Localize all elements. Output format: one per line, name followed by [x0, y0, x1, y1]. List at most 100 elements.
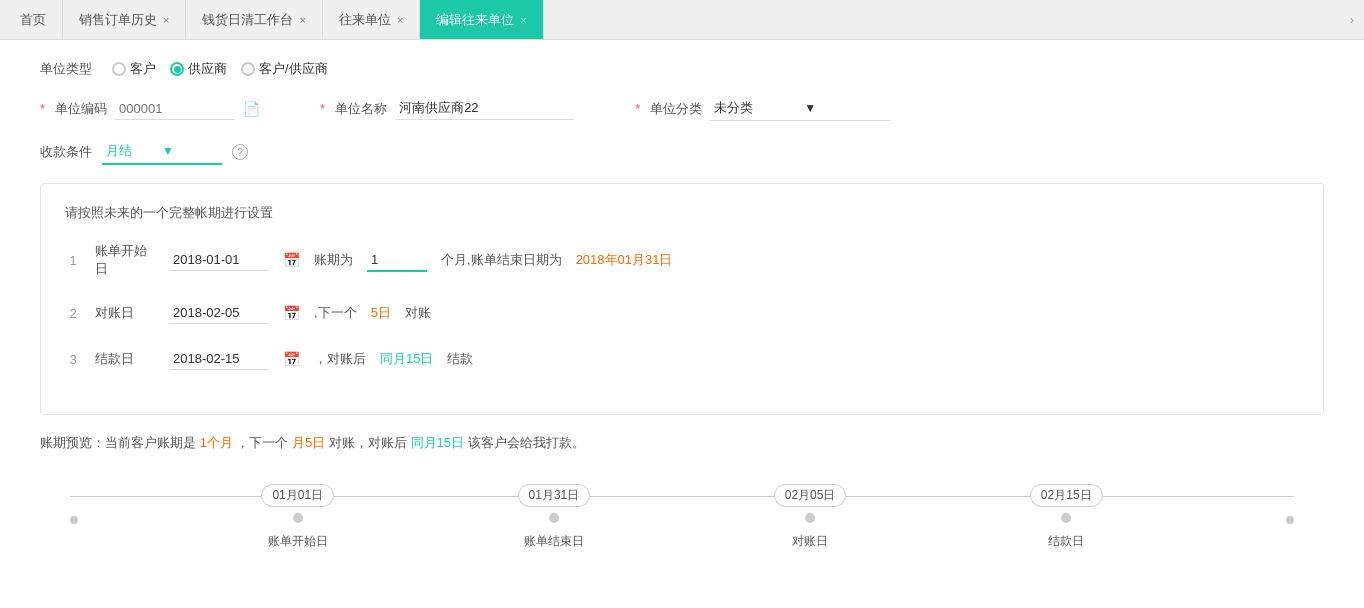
- row-2-number: 2: [65, 306, 81, 321]
- row-1-calendar-icon[interactable]: 📅: [283, 252, 300, 268]
- tab-bar: 首页 销售订单历史 × 钱货日清工作台 × 往来单位 × 编辑往来单位 × ›: [0, 0, 1364, 40]
- radio-both-circle: [241, 62, 255, 76]
- unit-code-input[interactable]: [115, 98, 235, 120]
- tab-cash-work[interactable]: 钱货日清工作台 ×: [186, 0, 322, 39]
- row-3-number: 3: [65, 352, 81, 367]
- preview-highlight3: 同月15日: [411, 435, 464, 450]
- preview-mid2: 对账，对账后: [329, 435, 407, 450]
- unit-category-group: * 单位分类 未分类 ▼: [635, 96, 890, 121]
- radio-customer[interactable]: 客户: [112, 60, 156, 78]
- row-2-highlight: 5日: [371, 304, 391, 322]
- timeline-left-dot: [70, 516, 78, 524]
- unit-category-value: 未分类: [714, 99, 796, 117]
- radio-supplier[interactable]: 供应商: [170, 60, 227, 78]
- tab-edit-partner-close[interactable]: ×: [520, 14, 526, 26]
- row-1-label: 账单开始日: [95, 242, 155, 278]
- timeline-point-4-date: 02月15日: [1030, 484, 1103, 507]
- radio-supplier-circle: [170, 62, 184, 76]
- tab-cash-work-label: 钱货日清工作台: [202, 11, 293, 29]
- timeline-points: 01月01日 账单开始日 01月31日 账单结束日 02月05日 对账日 02月…: [70, 484, 1294, 550]
- unit-type-label: 单位类型: [40, 60, 92, 78]
- settings-panel: 请按照未来的一个完整帐期进行设置 1 账单开始日 📅 账期为 个月,账单结束日期…: [40, 183, 1324, 415]
- unit-name-group: * 单位名称: [320, 98, 575, 120]
- radio-customer-circle: [112, 62, 126, 76]
- row-1-highlight: 2018年01月31日: [576, 251, 673, 269]
- tab-sales-history-label: 销售订单历史: [79, 11, 157, 29]
- timeline-dot-1: [293, 513, 303, 523]
- row-1-number: 1: [65, 253, 81, 268]
- payment-dropdown-arrow-icon: ▼: [162, 144, 218, 158]
- timeline-point-3-label: 对账日: [792, 533, 828, 550]
- preview-highlight2: 月5日: [292, 435, 325, 450]
- timeline-point-3-date: 02月05日: [774, 484, 847, 507]
- tab-home-label: 首页: [20, 11, 46, 29]
- timeline-point-4: 02月15日 结款日: [1030, 484, 1103, 550]
- tab-sales-history[interactable]: 销售订单历史 ×: [63, 0, 186, 39]
- settings-title: 请按照未来的一个完整帐期进行设置: [65, 204, 1299, 222]
- timeline-dot-4: [1061, 513, 1071, 523]
- unit-code-group: * 单位编码 📄: [40, 98, 260, 120]
- tab-cash-work-close[interactable]: ×: [299, 14, 305, 26]
- timeline-right-dot: [1286, 516, 1294, 524]
- tab-sales-history-close[interactable]: ×: [163, 14, 169, 26]
- unit-code-label: 单位编码: [55, 100, 107, 118]
- timeline-point-3: 02月05日 对账日: [774, 484, 847, 550]
- timeline-dot-2: [549, 513, 559, 523]
- main-content: 单位类型 客户 供应商 客户/供应商 * 单位编码 📄 * 单位名称: [0, 40, 1364, 608]
- timeline-point-2: 01月31日 账单结束日: [518, 484, 591, 550]
- row-2-date-input[interactable]: [169, 302, 269, 324]
- radio-both[interactable]: 客户/供应商: [241, 60, 328, 78]
- preview-suffix: 该客户会给我打款。: [468, 435, 585, 450]
- timeline-dot-3: [805, 513, 815, 523]
- unit-category-required: *: [635, 101, 640, 116]
- tab-edit-partner-label: 编辑往来单位: [436, 11, 514, 29]
- timeline-point-1-label: 账单开始日: [268, 533, 328, 550]
- tab-edit-partner[interactable]: 编辑往来单位 ×: [420, 0, 543, 39]
- tab-home[interactable]: 首页: [0, 0, 63, 39]
- tab-partner-close[interactable]: ×: [397, 14, 403, 26]
- payment-row: 收款条件 月结 ▼ ?: [40, 139, 1324, 165]
- unit-code-icon[interactable]: 📄: [243, 101, 260, 117]
- unit-name-required: *: [320, 101, 325, 116]
- timeline-point-1: 01月01日 账单开始日: [261, 484, 334, 550]
- preview-highlight1: 1个月: [200, 435, 233, 450]
- tab-more-arrow[interactable]: ›: [1340, 0, 1364, 39]
- timeline-point-2-date: 01月31日: [518, 484, 591, 507]
- tab-partner-label: 往来单位: [339, 11, 391, 29]
- period-input[interactable]: [367, 249, 427, 272]
- row-3-desc-suffix: 结款: [447, 350, 473, 368]
- payment-help-icon[interactable]: ?: [232, 144, 248, 160]
- payment-condition-value: 月结: [106, 142, 162, 160]
- tab-partner[interactable]: 往来单位 ×: [323, 0, 420, 39]
- radio-group: 客户 供应商 客户/供应商: [112, 60, 328, 78]
- unit-category-dropdown[interactable]: 未分类 ▼: [710, 96, 890, 121]
- row-1-date-input[interactable]: [169, 249, 269, 271]
- payment-label: 收款条件: [40, 143, 92, 161]
- unit-code-required: *: [40, 101, 45, 116]
- settings-row-1: 1 账单开始日 📅 账期为 个月,账单结束日期为 2018年01月31日: [65, 242, 1299, 278]
- preview-row: 账期预览：当前客户账期是 1个月 ，下一个 月5日 对账，对账后 同月15日 该…: [40, 431, 1324, 454]
- settings-row-2: 2 对账日 📅 ,下一个 5日 对账: [65, 302, 1299, 324]
- radio-customer-label: 客户: [130, 60, 156, 78]
- timeline-point-4-label: 结款日: [1048, 533, 1084, 550]
- payment-condition-dropdown[interactable]: 月结 ▼: [102, 139, 222, 165]
- radio-supplier-label: 供应商: [188, 60, 227, 78]
- row-3-calendar-icon[interactable]: 📅: [283, 351, 300, 367]
- unit-category-arrow-icon: ▼: [804, 101, 886, 115]
- radio-both-label: 客户/供应商: [259, 60, 328, 78]
- row-1-desc-prefix: 账期为: [314, 251, 353, 269]
- row-2-label: 对账日: [95, 304, 155, 322]
- row-2-desc-suffix: 对账: [405, 304, 431, 322]
- row-3-highlight: 同月15日: [380, 350, 433, 368]
- preview-prefix: 账期预览：当前客户账期是: [40, 435, 196, 450]
- unit-name-label: 单位名称: [335, 100, 387, 118]
- settings-row-3: 3 结款日 📅 ，对账后 同月15日 结款: [65, 348, 1299, 370]
- timeline-point-2-label: 账单结束日: [524, 533, 584, 550]
- row-1-desc-suffix: 个月,账单结束日期为: [441, 251, 562, 269]
- unit-info-row: * 单位编码 📄 * 单位名称 * 单位分类 未分类 ▼: [40, 96, 1324, 121]
- row-3-date-input[interactable]: [169, 348, 269, 370]
- row-2-calendar-icon[interactable]: 📅: [283, 305, 300, 321]
- unit-name-input[interactable]: [395, 98, 575, 120]
- row-3-desc-prefix: ，对账后: [314, 350, 366, 368]
- row-3-label: 结款日: [95, 350, 155, 368]
